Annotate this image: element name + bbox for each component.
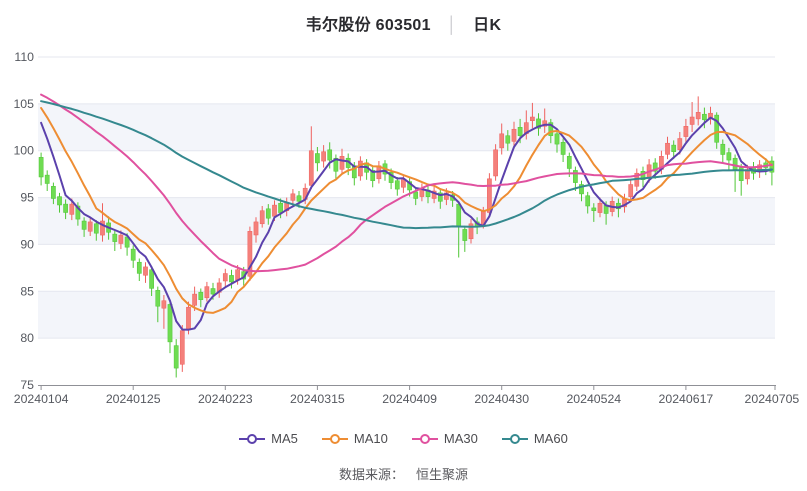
y-axis-label: 80 — [20, 331, 34, 345]
x-axis-label: 20240705 — [745, 392, 800, 406]
legend-item-ma30[interactable]: MA30 — [411, 431, 478, 446]
y-axis-label: 75 — [20, 378, 34, 392]
legend-label: MA5 — [271, 431, 298, 446]
x-axis-label: 20240430 — [474, 392, 529, 406]
candlestick-chart[interactable]: 20240104 20240125 20240223 20240315 20240409… — [0, 0, 807, 420]
plot-band — [38, 291, 775, 339]
legend-label: MA10 — [353, 431, 388, 446]
candle-20240628[interactable] — [738, 163, 744, 196]
plot-band — [38, 103, 775, 151]
ma10-marker-icon — [321, 433, 348, 444]
ma5-marker-icon — [239, 433, 266, 444]
candle-20240125[interactable] — [130, 245, 136, 268]
candle-20240627[interactable] — [732, 154, 738, 192]
y-axis-label: 85 — [20, 284, 34, 298]
candle-20240605[interactable] — [640, 166, 646, 188]
y-axis-label: 105 — [13, 97, 34, 111]
candle-20240205[interactable] — [173, 339, 179, 378]
ma-legend: MA5 MA10 MA30 MA60 — [0, 431, 807, 446]
candle-20240326[interactable] — [358, 156, 363, 181]
candle-20240206[interactable] — [179, 325, 185, 372]
candle-20240320[interactable] — [333, 154, 339, 179]
x-axis-label: 20240617 — [659, 392, 714, 406]
candle-20240105[interactable] — [44, 170, 50, 191]
x-axis-label: 20240524 — [566, 392, 621, 406]
legend-label: MA30 — [443, 431, 478, 446]
candle-20240129[interactable] — [143, 262, 148, 283]
candle-20240229[interactable] — [247, 226, 253, 281]
x-axis-label: 20240409 — [382, 392, 437, 406]
data-source: 数据来源： 恒生聚源 — [0, 464, 807, 483]
y-axis-label: 100 — [13, 144, 34, 158]
candle-20240422[interactable] — [462, 225, 468, 252]
candle-20240429[interactable] — [493, 144, 498, 181]
legend-label: MA60 — [533, 431, 568, 446]
legend-item-ma10[interactable]: MA10 — [321, 431, 388, 446]
x-axis-label: 20240104 — [14, 392, 69, 406]
legend-item-ma5[interactable]: MA5 — [239, 431, 298, 446]
data-source-name: 恒生聚源 — [416, 467, 469, 482]
legend-item-ma60[interactable]: MA60 — [501, 431, 568, 446]
candle-20240703[interactable] — [757, 160, 762, 178]
candle-20240223[interactable] — [222, 268, 228, 287]
x-axis-label: 20240315 — [290, 392, 345, 406]
plot-band — [38, 197, 775, 245]
candle-20240403[interactable] — [394, 177, 400, 196]
ma30-marker-icon — [411, 433, 438, 444]
x-axis-label: 20240125 — [106, 392, 161, 406]
candle-20240104[interactable] — [38, 152, 44, 186]
stock-chart-figure: 韦尔股份 603501 │ 日K 20240104 20240125 20240223 2… — [0, 0, 807, 491]
data-source-label: 数据来源： — [338, 467, 404, 482]
y-axis-label: 110 — [14, 50, 34, 64]
x-axis-label: 20240223 — [198, 392, 253, 406]
candle-20240126[interactable] — [136, 258, 142, 282]
y-axis-label: 95 — [20, 191, 34, 205]
y-axis-label: 90 — [20, 237, 34, 251]
ma60-marker-icon — [501, 433, 528, 444]
